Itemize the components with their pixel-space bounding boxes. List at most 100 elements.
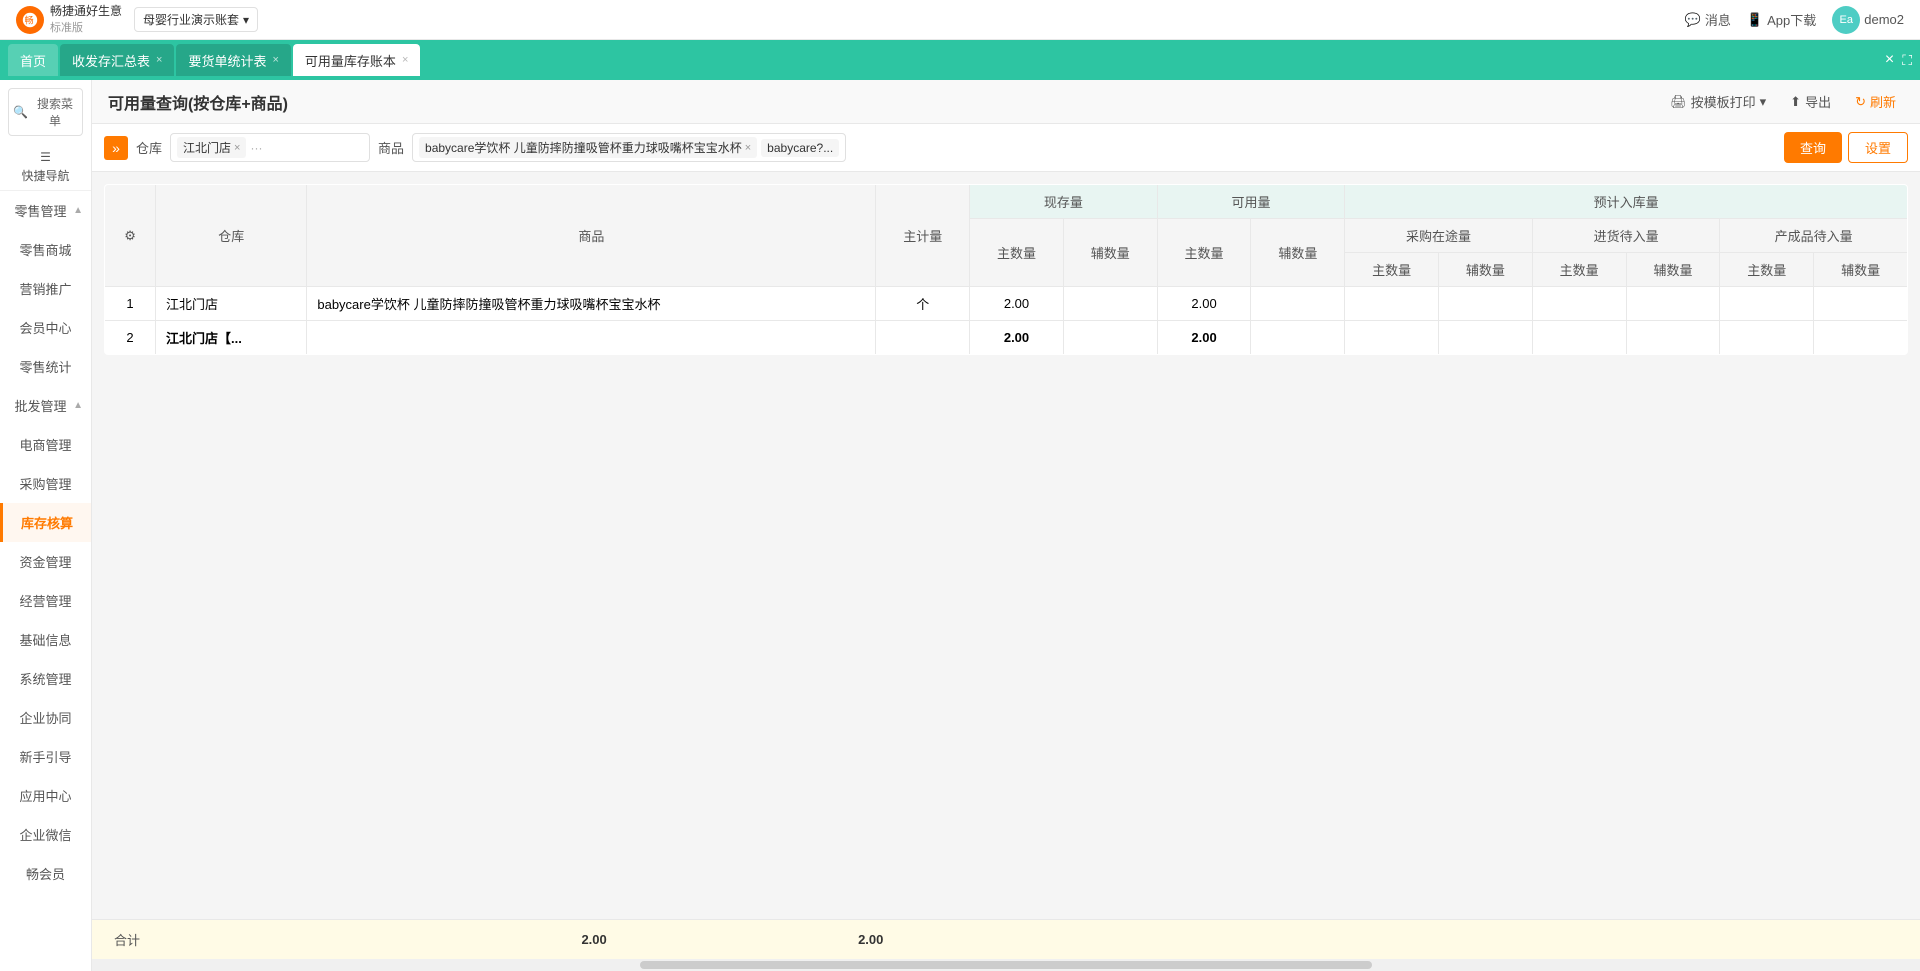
sidebar-item-guide[interactable]: 新手引导 [0, 737, 91, 776]
tab-home[interactable]: 首页 [8, 44, 58, 76]
warehouse-filter[interactable]: 江北门店 × ··· [170, 133, 370, 162]
sidebar-item-retail-management[interactable]: 零售管理 ▲ [0, 191, 91, 230]
sidebar-item-retail-stats[interactable]: 零售统计 [0, 347, 91, 386]
product-label: 商品 [378, 138, 404, 157]
row-inc-main [1532, 321, 1626, 355]
search-menu-label: 搜索菜单 [32, 95, 78, 129]
print-icon: 🖨 [1670, 94, 1687, 110]
chevron-icon: ▲ [73, 205, 83, 216]
filter-actions: 查询 设置 [1784, 132, 1908, 163]
row-warehouse: 江北门店 [156, 287, 307, 321]
print-template-button[interactable]: 🖨 按模板打印 ▾ [1662, 88, 1774, 115]
export-icon: ⬆ [1790, 94, 1801, 110]
row-stock-main: 2.00 [970, 321, 1064, 355]
row-unit: 个 [876, 287, 970, 321]
footer-avail-aux [940, 928, 1078, 951]
row-fin-aux [1814, 321, 1908, 355]
quick-nav-icon: ☰ [40, 150, 51, 164]
refresh-button[interactable]: ↻ 刷新 [1847, 88, 1904, 115]
sidebar-item-apps[interactable]: 应用中心 [0, 776, 91, 815]
tab-home-label: 首页 [20, 51, 46, 70]
sidebar-item-basic-info[interactable]: 基础信息 [0, 620, 91, 659]
inc-main-header: 主数量 [1532, 253, 1626, 287]
footer-fin-aux [1770, 928, 1908, 951]
sidebar: 🔍 搜索菜单 ☰ 快捷导航 零售管理 ▲ 零售商城 营销推广 会员中心 零售统计 [0, 80, 92, 971]
tab-receivable-summary-label: 收发存汇总表 [72, 51, 150, 70]
message-button[interactable]: 💬 消息 [1685, 10, 1731, 29]
remove-warehouse-tag[interactable]: × [234, 142, 240, 154]
quick-nav-label: 快捷导航 [21, 167, 69, 184]
sidebar-item-wechat[interactable]: 企业微信 [0, 815, 91, 854]
sidebar-item-operations[interactable]: 经营管理 [0, 581, 91, 620]
query-button[interactable]: 查询 [1784, 132, 1842, 163]
incoming-group-header: 预计入库量 [1345, 185, 1908, 219]
sidebar-item-system[interactable]: 系统管理 [0, 659, 91, 698]
sidebar-item-wholesale[interactable]: 批发管理 ▲ [0, 386, 91, 425]
stock-group-header: 现存量 [970, 185, 1158, 219]
sidebar-item-purchasing[interactable]: 采购管理 [0, 464, 91, 503]
footer-label: 合计 [104, 930, 150, 949]
product-tag-1: babycare学饮杯 儿童防摔防撞吸管杯重力球吸嘴杯宝宝水杯 × [419, 137, 757, 158]
product-filter[interactable]: babycare学饮杯 儿童防摔防撞吸管杯重力球吸嘴杯宝宝水杯 × babyca… [412, 133, 846, 162]
row-product: babycare学饮杯 儿童防摔防撞吸管杯重力球吸嘴杯宝宝水杯 [307, 287, 876, 321]
sidebar-item-marketing[interactable]: 营销推广 [0, 269, 91, 308]
footer-pur-main [1078, 928, 1216, 951]
warehouse-tag-1: 江北门店 × [177, 137, 246, 158]
table-row: 1 江北门店 babycare学饮杯 儿童防摔防撞吸管杯重力球吸嘴杯宝宝水杯 个… [105, 287, 1908, 321]
tab-order-close[interactable]: × [272, 54, 278, 66]
sidebar-item-ecommerce[interactable]: 电商管理 [0, 425, 91, 464]
sidebar-section-retail: 零售管理 ▲ 零售商城 营销推广 会员中心 零售统计 批发管理 ▲ 电商管理 [0, 190, 91, 893]
sidebar-item-retail-mall[interactable]: 零售商城 [0, 230, 91, 269]
row-inc-main [1532, 287, 1626, 321]
row-inc-aux [1626, 321, 1720, 355]
sidebar-item-members[interactable]: 会员中心 [0, 308, 91, 347]
tab-receivable-summary[interactable]: 收发存汇总表 × [60, 44, 174, 76]
tab-inventory-close[interactable]: × [402, 54, 408, 66]
table-row: 2 江北门店【... 2.00 2.00 [105, 321, 1908, 355]
footer-fin-main [1631, 928, 1769, 951]
footer-inc-main [1355, 928, 1493, 951]
gear-header[interactable]: ⚙ [105, 185, 156, 287]
refresh-icon: ↻ [1855, 94, 1866, 110]
user-name: demo2 [1864, 12, 1904, 27]
industry-selector[interactable]: 母婴行业演示账套 ▾ [134, 7, 258, 32]
main-layout: 🔍 搜索菜单 ☰ 快捷导航 零售管理 ▲ 零售商城 营销推广 会员中心 零售统计 [0, 80, 1920, 971]
table-footer: 合计 2.00 2.00 [92, 919, 1920, 959]
sidebar-item-enterprise[interactable]: 企业协同 [0, 698, 91, 737]
search-menu-button[interactable]: 🔍 搜索菜单 [8, 88, 83, 136]
filter-toggle-button[interactable]: » [104, 136, 128, 160]
tab-order-stats[interactable]: 要货单统计表 × [176, 44, 290, 76]
product-col-header: 商品 [307, 185, 876, 287]
sidebar-item-finance[interactable]: 资金管理 [0, 542, 91, 581]
app-icon: 📱 [1747, 12, 1763, 28]
double-arrow-icon: » [112, 140, 120, 156]
remove-product-tag-1[interactable]: × [745, 142, 751, 154]
svg-text:畅: 畅 [25, 14, 34, 25]
row-stock-main: 2.00 [970, 287, 1064, 321]
expand-icon[interactable]: ⛶ [1902, 52, 1912, 69]
app-download-button[interactable]: 📱 App下载 [1747, 10, 1816, 29]
sidebar-item-membership[interactable]: 畅会员 [0, 854, 91, 893]
row-warehouse: 江北门店【... [156, 321, 307, 355]
setting-button[interactable]: 设置 [1848, 132, 1908, 163]
quick-nav-button[interactable]: ☰ 快捷导航 [0, 144, 91, 190]
inventory-table: ⚙ 仓库 商品 主计量 现存量 可用量 预计入库量 主数量 辅数量 主数量 辅数… [104, 184, 1908, 355]
scrollbar-thumb[interactable] [640, 961, 1371, 969]
nav-close-all[interactable]: × ⛶ [1885, 51, 1912, 69]
page-header-actions: 🖨 按模板打印 ▾ ⬆ 导出 ↻ 刷新 [1662, 88, 1904, 115]
product-tag-2: babycare?... [761, 139, 839, 157]
row-product [307, 321, 876, 355]
row-stock-aux [1063, 287, 1157, 321]
nav-tabs: 首页 收发存汇总表 × 要货单统计表 × 可用量库存账本 × × ⛶ [0, 40, 1920, 80]
logo-icon: 畅 [16, 6, 44, 34]
tab-receivable-close[interactable]: × [156, 54, 162, 66]
horizontal-scrollbar[interactable] [92, 959, 1920, 971]
footer-stock-aux [663, 928, 801, 951]
user-profile[interactable]: Ea demo2 [1832, 6, 1904, 34]
purchase-transit-header: 采购在途量 [1345, 219, 1533, 253]
row-avail-aux [1251, 287, 1345, 321]
export-button[interactable]: ⬆ 导出 [1782, 88, 1839, 115]
avatar: Ea [1832, 6, 1860, 34]
sidebar-item-inventory[interactable]: 库存核算 [0, 503, 91, 542]
tab-available-inventory[interactable]: 可用量库存账本 × [293, 44, 420, 76]
